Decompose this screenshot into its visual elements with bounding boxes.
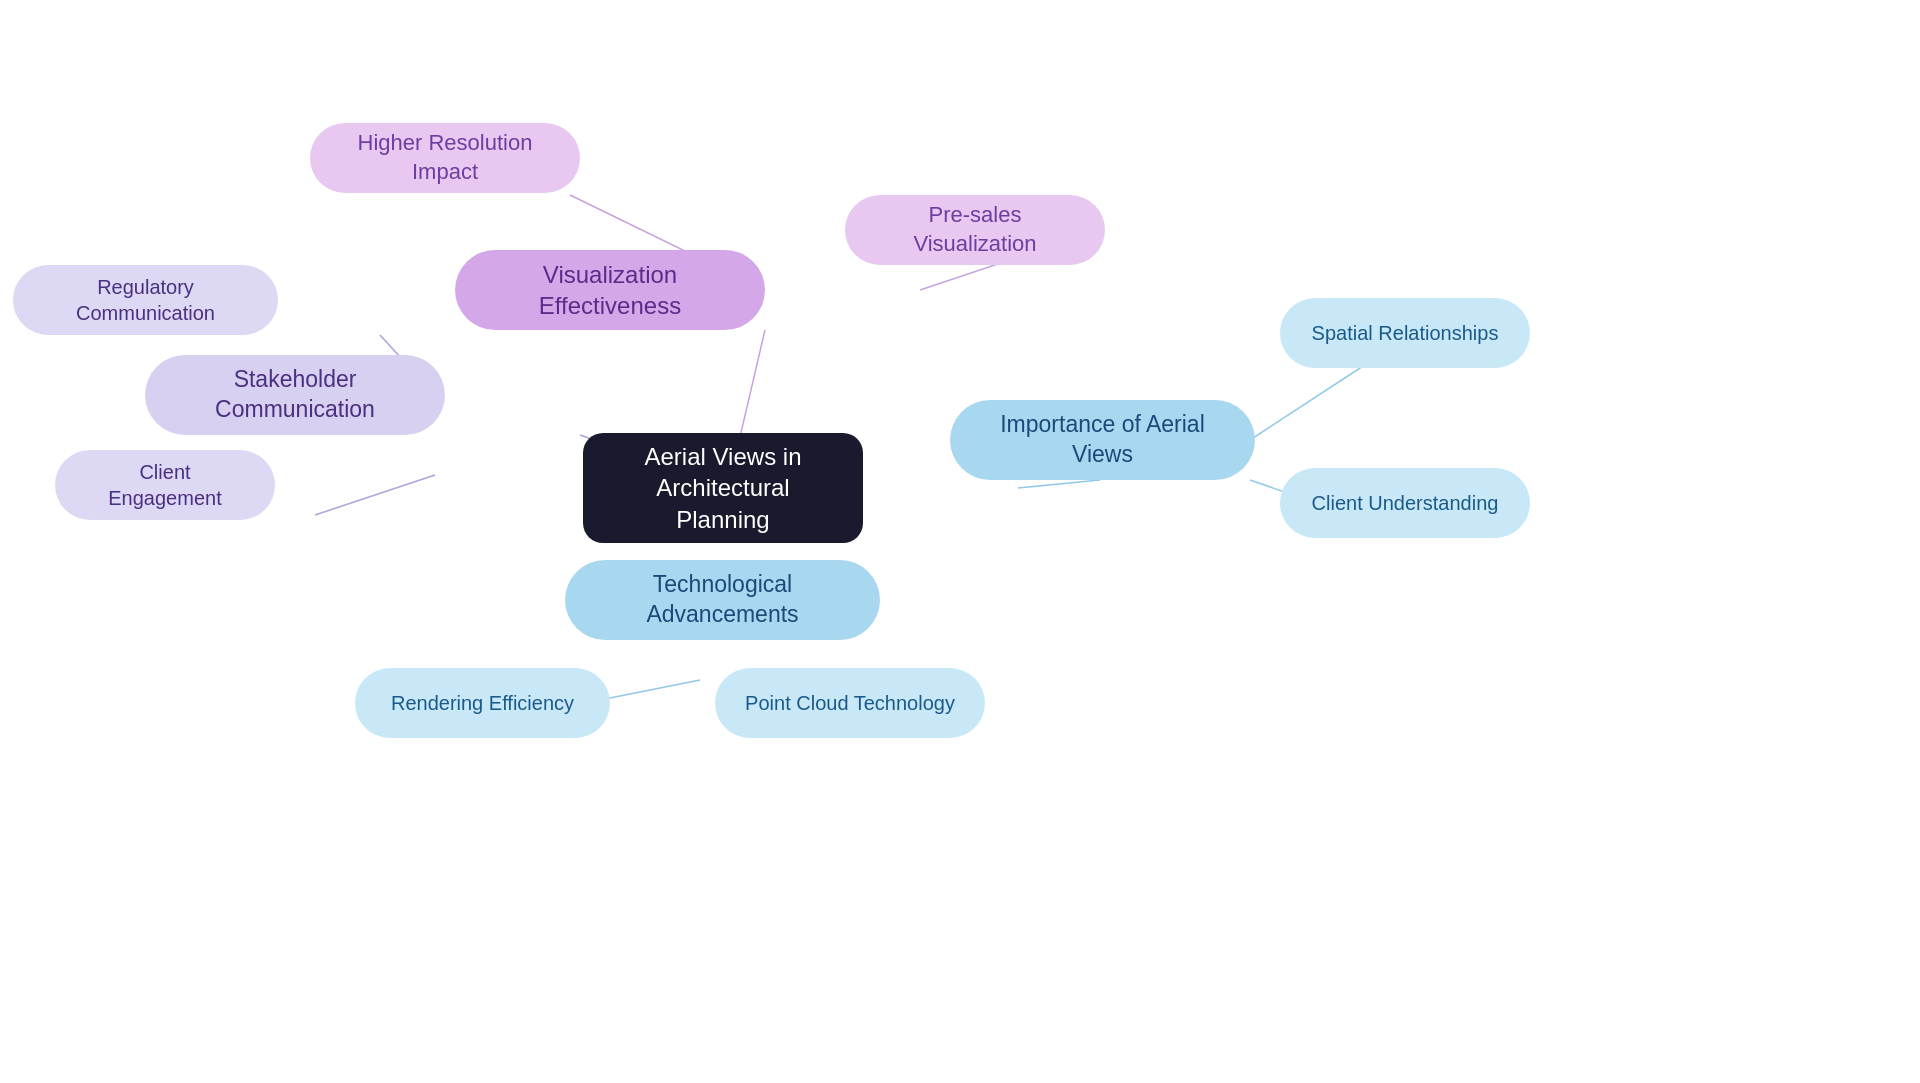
technological-advancements-node[interactable]: Technological Advancements	[565, 560, 880, 640]
importance-aerial-views-node[interactable]: Importance of Aerial Views	[950, 400, 1255, 480]
client-engagement-node[interactable]: Client Engagement	[55, 450, 275, 520]
svg-line-6	[1018, 480, 1100, 488]
higher-resolution-node[interactable]: Higher Resolution Impact	[310, 123, 580, 193]
center-node[interactable]: Aerial Views in Architectural Planning	[583, 433, 863, 543]
presales-visualization-node[interactable]: Pre-sales Visualization	[845, 195, 1105, 265]
svg-line-5	[315, 475, 435, 515]
spatial-relationships-node[interactable]: Spatial Relationships	[1280, 298, 1530, 368]
visualization-effectiveness-node[interactable]: Visualization Effectiveness	[455, 250, 765, 330]
regulatory-communication-node[interactable]: Regulatory Communication	[13, 265, 278, 335]
stakeholder-communication-node[interactable]: Stakeholder Communication	[145, 355, 445, 435]
rendering-efficiency-node[interactable]: Rendering Efficiency	[355, 668, 610, 738]
point-cloud-technology-node[interactable]: Point Cloud Technology	[715, 668, 985, 738]
client-understanding-node[interactable]: Client Understanding	[1280, 468, 1530, 538]
